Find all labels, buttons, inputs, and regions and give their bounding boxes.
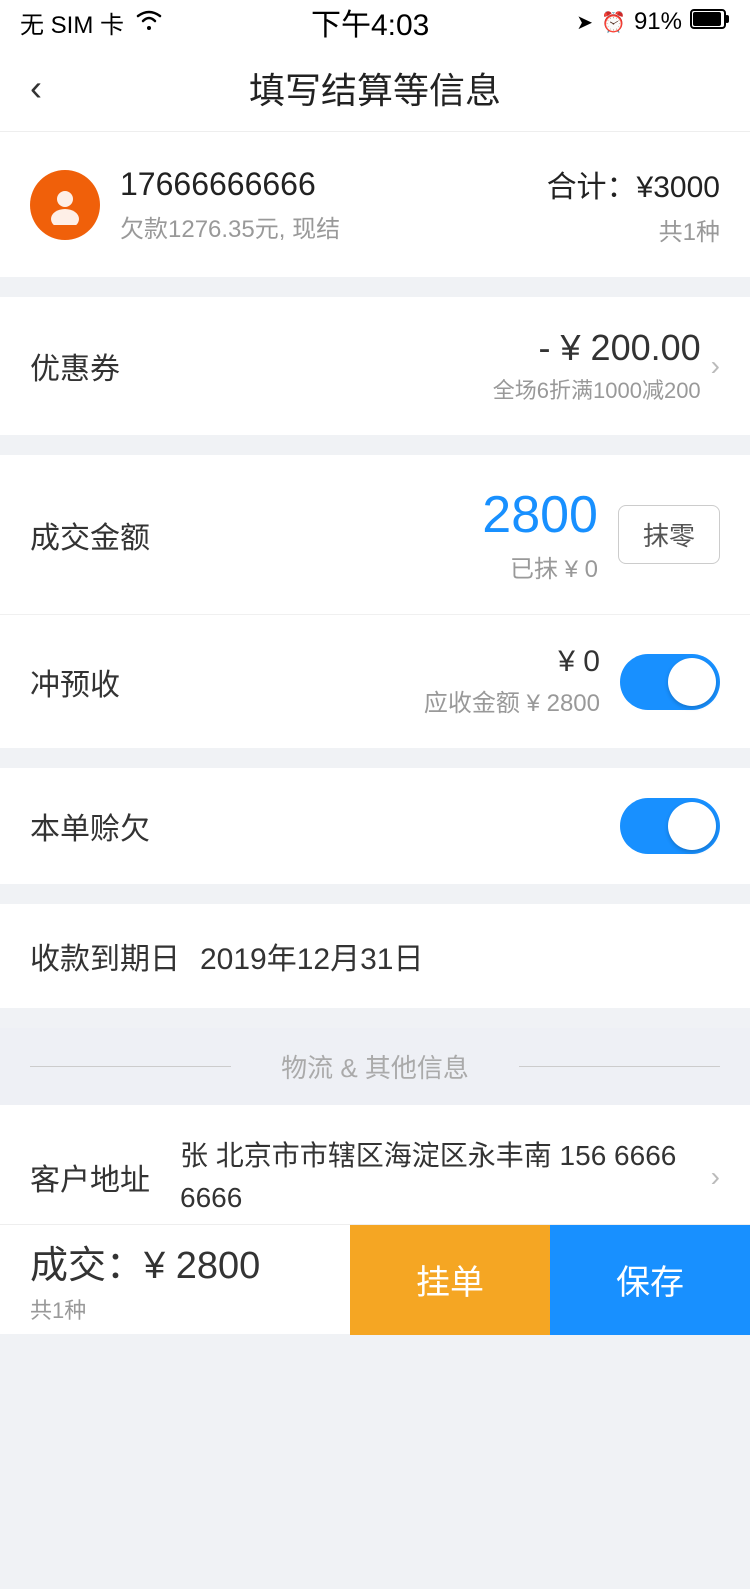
page-title: 填写结算等信息: [249, 62, 501, 114]
bottom-deal-label: 成交：¥ 2800: [30, 1234, 320, 1289]
due-date-row: 收款到期日 2019年12月31日: [30, 934, 720, 978]
user-details: 17666666666 欠款1276.35元, 现结: [120, 166, 340, 244]
total-count-label: 共1种: [547, 212, 720, 247]
debt-toggle[interactable]: [620, 798, 720, 854]
carrier-label: 无 SIM 卡: [20, 5, 124, 40]
divider-text: 物流 & 其他信息: [281, 1048, 469, 1085]
deal-amount-label: 成交金额: [30, 513, 150, 557]
user-phone: 17666666666: [120, 166, 340, 203]
location-icon: ➤: [576, 10, 593, 35]
status-bar: 无 SIM 卡 下午4:03 ➤ ⏰ 91%: [0, 0, 750, 44]
bottom-summary: 成交：¥ 2800 共1种: [0, 1234, 350, 1325]
address-chevron-icon: ›: [711, 1161, 720, 1193]
status-bar-left: 无 SIM 卡: [20, 5, 164, 40]
status-bar-time: 下午4:03: [311, 0, 429, 44]
coupon-desc: 全场6折满1000减200: [493, 373, 701, 405]
prepay-desc: 应收金额 ¥ 2800: [424, 683, 600, 718]
prepay-amount: ¥ 0: [424, 645, 600, 679]
prepay-label: 冲预收: [30, 660, 120, 704]
coupon-discount: - ¥ 200.00: [493, 327, 701, 369]
deal-amount-row: 成交金额 2800 已抹 ¥ 0 抹零: [0, 455, 750, 615]
nav-bar: ‹ 填写结算等信息: [0, 44, 750, 132]
round-zero-button[interactable]: 抹零: [618, 505, 720, 564]
user-total: 合计：¥3000 共1种: [547, 162, 720, 247]
debt-toggle-knob: [668, 802, 716, 850]
due-date-section: 收款到期日 2019年12月31日: [0, 904, 750, 1008]
deal-amount-right: 2800 已抹 ¥ 0 抹零: [482, 485, 720, 584]
content: 17666666666 欠款1276.35元, 现结 合计：¥3000 共1种 …: [0, 132, 750, 1589]
coupon-right: - ¥ 200.00 全场6折满1000减200 ›: [493, 327, 720, 405]
divider-line-right: [519, 1066, 720, 1067]
due-date-label: 收款到期日: [30, 934, 180, 978]
debt-row: 本单赊欠: [30, 798, 720, 854]
deal-amount-sub: 已抹 ¥ 0: [482, 549, 598, 584]
battery-icon: [690, 8, 730, 37]
user-info-left: 17666666666 欠款1276.35元, 现结: [30, 166, 340, 244]
user-row: 17666666666 欠款1276.35元, 现结 合计：¥3000 共1种: [30, 162, 720, 247]
prepay-toggle-knob: [668, 658, 716, 706]
save-button[interactable]: 保存: [550, 1225, 750, 1335]
bottom-count-label: 共1种: [30, 1293, 320, 1325]
bottom-bar: 成交：¥ 2800 共1种 挂单 保存: [0, 1224, 750, 1334]
coupon-discount-wrapper: - ¥ 200.00 全场6折满1000减200: [493, 327, 701, 405]
wifi-icon: [134, 8, 164, 37]
status-bar-right: ➤ ⏰ 91%: [576, 8, 730, 37]
address-value: 张 北京市市辖区海淀区永丰南 156 6666 6666: [160, 1135, 711, 1219]
total-amount-label: 合计：¥3000: [547, 162, 720, 206]
prepay-row: 冲预收 ¥ 0 应收金额 ¥ 2800: [0, 615, 750, 748]
bottom-deal-prefix: 成交：: [30, 1245, 144, 1287]
deal-amount-value: 2800: [482, 485, 598, 545]
coupon-row[interactable]: 优惠券 - ¥ 200.00 全场6折满1000减200 ›: [0, 297, 750, 435]
back-button[interactable]: ‹: [30, 67, 42, 109]
avatar: [30, 170, 100, 240]
prepay-value-wrapper: ¥ 0 应收金额 ¥ 2800: [424, 645, 600, 718]
hang-order-button[interactable]: 挂单: [350, 1225, 550, 1335]
due-date-value: 2019年12月31日: [200, 934, 423, 978]
amount-section: 成交金额 2800 已抹 ¥ 0 抹零 冲预收 ¥ 0 应收金额 ¥ 2800: [0, 455, 750, 748]
coupon-label: 优惠券: [30, 344, 120, 388]
user-sub-info: 欠款1276.35元, 现结: [120, 209, 340, 244]
debt-section: 本单赊欠: [0, 768, 750, 884]
battery-label: 91%: [634, 8, 682, 36]
bottom-deal-amount: ¥ 2800: [144, 1245, 260, 1287]
divider-line-left: [30, 1066, 231, 1067]
divider-section: 物流 & 其他信息: [0, 1028, 750, 1105]
alarm-icon: ⏰: [601, 10, 626, 35]
prepay-right: ¥ 0 应收金额 ¥ 2800: [424, 645, 720, 718]
address-label: 客户地址: [30, 1155, 160, 1199]
prepay-toggle[interactable]: [620, 654, 720, 710]
user-card: 17666666666 欠款1276.35元, 现结 合计：¥3000 共1种: [0, 132, 750, 277]
deal-amount-value-wrapper: 2800 已抹 ¥ 0: [482, 485, 598, 584]
debt-label: 本单赊欠: [30, 804, 150, 848]
chevron-right-icon: ›: [711, 350, 720, 382]
